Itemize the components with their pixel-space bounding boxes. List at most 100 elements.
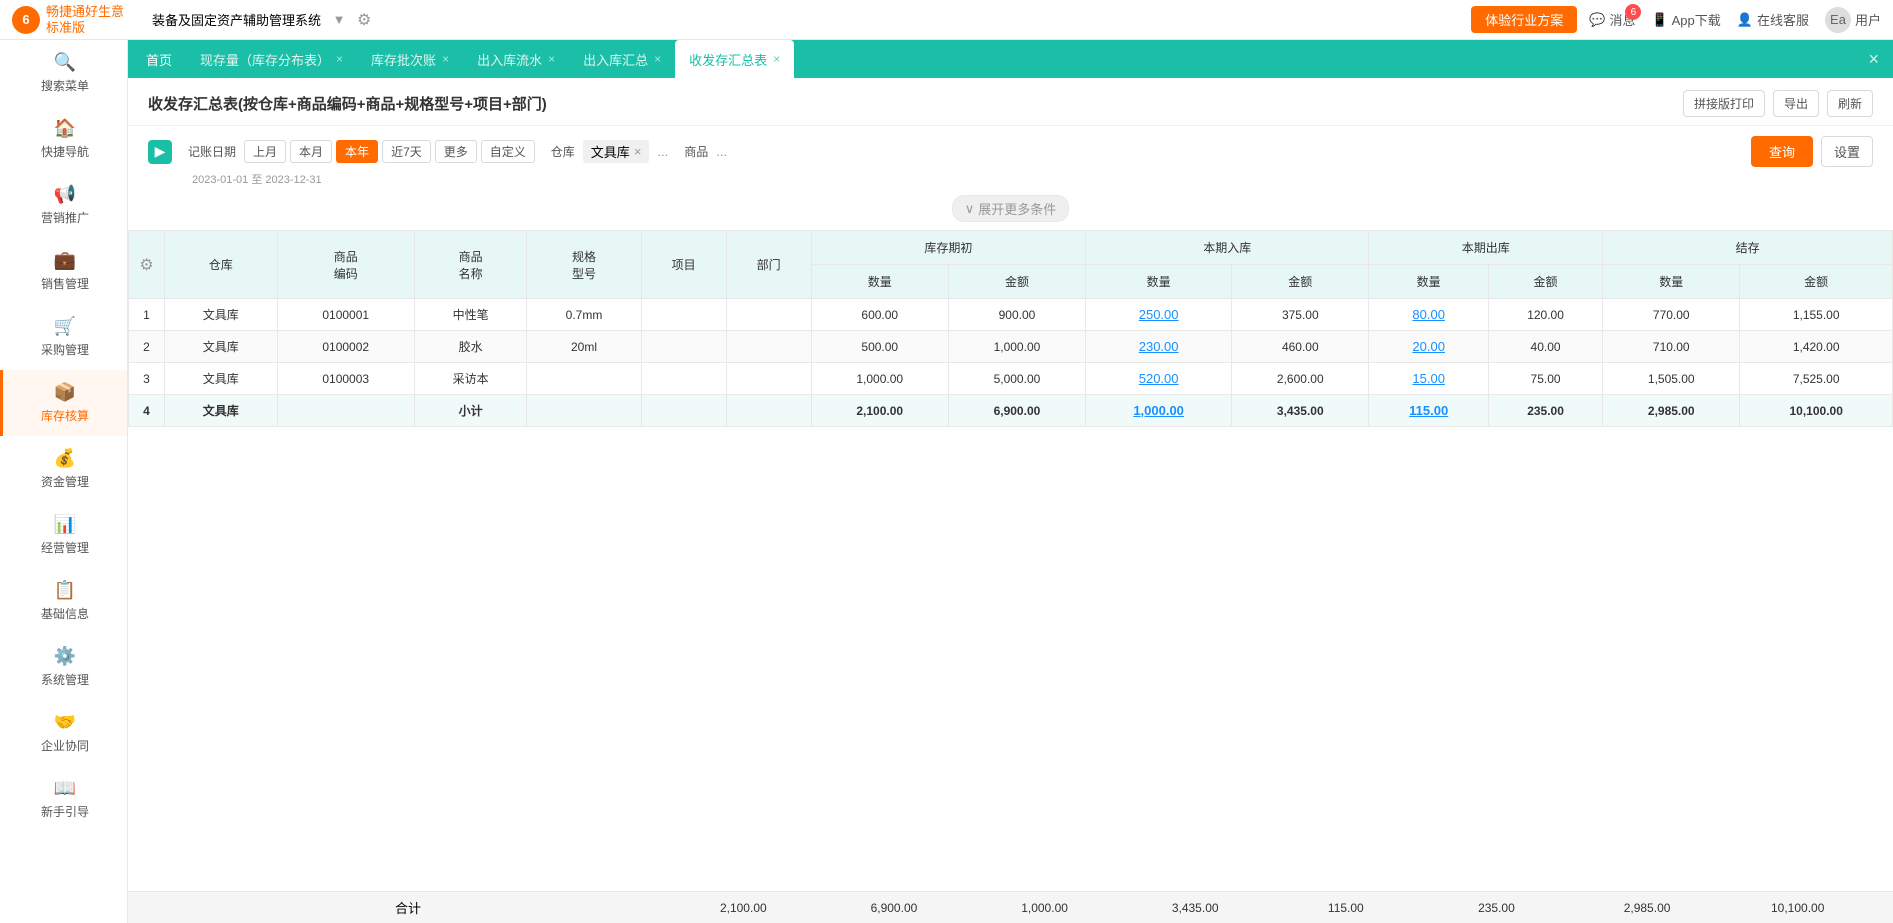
col-opening-qty-header: 数量 [811,265,948,299]
user-item[interactable]: Ea 用户 [1825,7,1881,33]
row-in-qty: 1,000.00 [1086,395,1232,427]
tab-batch-ledger-close[interactable]: × [442,52,449,66]
row-opening-qty: 2,100.00 [811,395,948,427]
in-qty-link[interactable]: 520.00 [1139,371,1179,386]
date-btn-this-year[interactable]: 本年 [336,140,378,163]
row-warehouse: 文具库 [165,363,278,395]
row-department [726,299,811,331]
date-btn-last-month[interactable]: 上月 [244,140,286,163]
print-button[interactable]: 拼接版打印 [1683,90,1765,117]
tab-stock-dist[interactable]: 现存量（库存分布表） × [186,40,357,78]
goods-filter-label: 商品 [684,143,708,160]
sidebar-item-marketing[interactable]: 📢 营销推广 [0,172,127,238]
app-download-item[interactable]: 📱 App下载 [1651,10,1720,29]
sidebar-item-inventory[interactable]: 📦 库存核算 [0,370,127,436]
sidebar-item-quick-nav[interactable]: 🏠 快捷导航 [0,106,127,172]
row-project [641,299,726,331]
message-icon: 💬 [1589,12,1605,28]
subtotal-in-qty-link[interactable]: 1,000.00 [1133,403,1184,418]
col-goods-code-header: 商品编码 [277,231,414,299]
tab-in-out-flow-close[interactable]: × [548,52,555,66]
row-goods-code: 0100002 [277,331,414,363]
phone-icon: 📱 [1651,12,1667,28]
row-in-qty: 230.00 [1086,331,1232,363]
tab-recv-send-summary-close[interactable]: × [773,52,780,66]
row-opening-qty: 1,000.00 [811,363,948,395]
warehouse-tag-close[interactable]: × [634,144,642,159]
messages-badge: 6 [1625,4,1641,20]
row-goods-code: 0100001 [277,299,414,331]
sidebar-item-basic-info[interactable]: 📋 基础信息 [0,568,127,634]
sidebar-item-system[interactable]: ⚙️ 系统管理 [0,634,127,700]
sidebar-item-finance[interactable]: 💰 资金管理 [0,436,127,502]
system-icon: ⚙️ [54,646,76,667]
tab-recv-send-summary-label: 收发存汇总表 [689,50,767,69]
export-button[interactable]: 导出 [1773,90,1819,117]
trial-button[interactable]: 体验行业方案 [1471,6,1577,33]
total-out-qty: 115.00 [1271,901,1422,915]
row-warehouse: 文具库 [165,395,278,427]
goods-ellipsis[interactable]: ... [716,144,727,159]
date-btn-custom[interactable]: 自定义 [481,140,535,163]
search-icon: 🔍 [54,52,76,73]
row-goods-code: 0100003 [277,363,414,395]
tab-recv-send-summary[interactable]: 收发存汇总表 × [675,40,794,78]
col-settings-header: ⚙ [129,231,165,299]
tab-in-out-flow[interactable]: 出入库流水 × [463,40,569,78]
out-qty-link[interactable]: 15.00 [1412,371,1445,386]
out-qty-link[interactable]: 20.00 [1412,339,1445,354]
sidebar-item-sales[interactable]: 💼 销售管理 [0,238,127,304]
row-goods-spec [527,363,641,395]
page-content: 收发存汇总表(按仓库+商品编码+商品+规格型号+项目+部门) 拼接版打印 导出 … [128,78,1893,923]
col-goods-spec-header: 规格型号 [527,231,641,299]
row-no: 1 [129,299,165,331]
col-project-header: 项目 [641,231,726,299]
tab-batch-ledger[interactable]: 库存批次账 × [357,40,463,78]
warehouse-filter-group: 仓库 文具库 × ... [551,140,668,163]
table-settings-icon[interactable]: ⚙ [139,257,153,274]
row-out-qty: 15.00 [1369,363,1489,395]
gear-icon[interactable]: ⚙ [357,10,371,30]
sidebar-item-guide[interactable]: 📖 新手引导 [0,766,127,832]
query-button[interactable]: 查询 [1751,136,1813,167]
row-opening-qty: 500.00 [811,331,948,363]
row-out-amt: 40.00 [1488,331,1602,363]
tab-in-out-summary-close[interactable]: × [654,52,661,66]
date-btn-more[interactable]: 更多 [435,140,477,163]
logo-icon: 6 [12,6,40,34]
total-closing-amt: 10,100.00 [1722,901,1873,915]
out-qty-link[interactable]: 80.00 [1412,307,1445,322]
tab-in-out-summary[interactable]: 出入库汇总 × [569,40,675,78]
basic-info-icon: 📋 [54,580,76,601]
row-opening-amt: 6,900.00 [948,395,1085,427]
settings-button[interactable]: 设置 [1821,136,1873,167]
filter-toggle-btn[interactable]: ▶ [148,140,172,164]
warehouse-ellipsis[interactable]: ... [657,144,668,159]
row-department [726,363,811,395]
page-title: 收发存汇总表(按仓库+商品编码+商品+规格型号+项目+部门) [148,93,547,114]
subtotal-out-qty-link[interactable]: 115.00 [1409,403,1448,418]
online-support-item[interactable]: 👤 在线客服 [1737,10,1809,29]
in-qty-link[interactable]: 230.00 [1139,339,1179,354]
home-icon: 🏠 [54,118,76,139]
tabs-close-all[interactable]: × [1858,49,1889,70]
col-in-header: 本期入库 [1086,231,1369,265]
tab-in-out-flow-label: 出入库流水 [477,50,542,69]
tab-home-label: 首页 [146,50,172,69]
sidebar-item-purchase[interactable]: 🛒 采购管理 [0,304,127,370]
row-closing-amt: 1,420.00 [1740,331,1893,363]
date-btn-this-month[interactable]: 本月 [290,140,332,163]
date-btn-7days[interactable]: 近7天 [382,140,431,163]
sidebar-item-operations[interactable]: 📊 经营管理 [0,502,127,568]
messages-item[interactable]: 💬 消息 6 [1589,10,1635,29]
sidebar-item-enterprise[interactable]: 🤝 企业协同 [0,700,127,766]
system-dropdown-icon[interactable]: ▼ [329,10,349,30]
row-opening-amt: 900.00 [948,299,1085,331]
sidebar-item-search[interactable]: 🔍 搜索菜单 [0,40,127,106]
sidebar-label-basic-info: 基础信息 [41,605,89,622]
tab-stock-dist-close[interactable]: × [336,52,343,66]
in-qty-link[interactable]: 250.00 [1139,307,1179,322]
tab-home[interactable]: 首页 [132,40,186,78]
expand-conditions-btn[interactable]: ∨ 展开更多条件 [952,195,1070,222]
refresh-button[interactable]: 刷新 [1827,90,1873,117]
